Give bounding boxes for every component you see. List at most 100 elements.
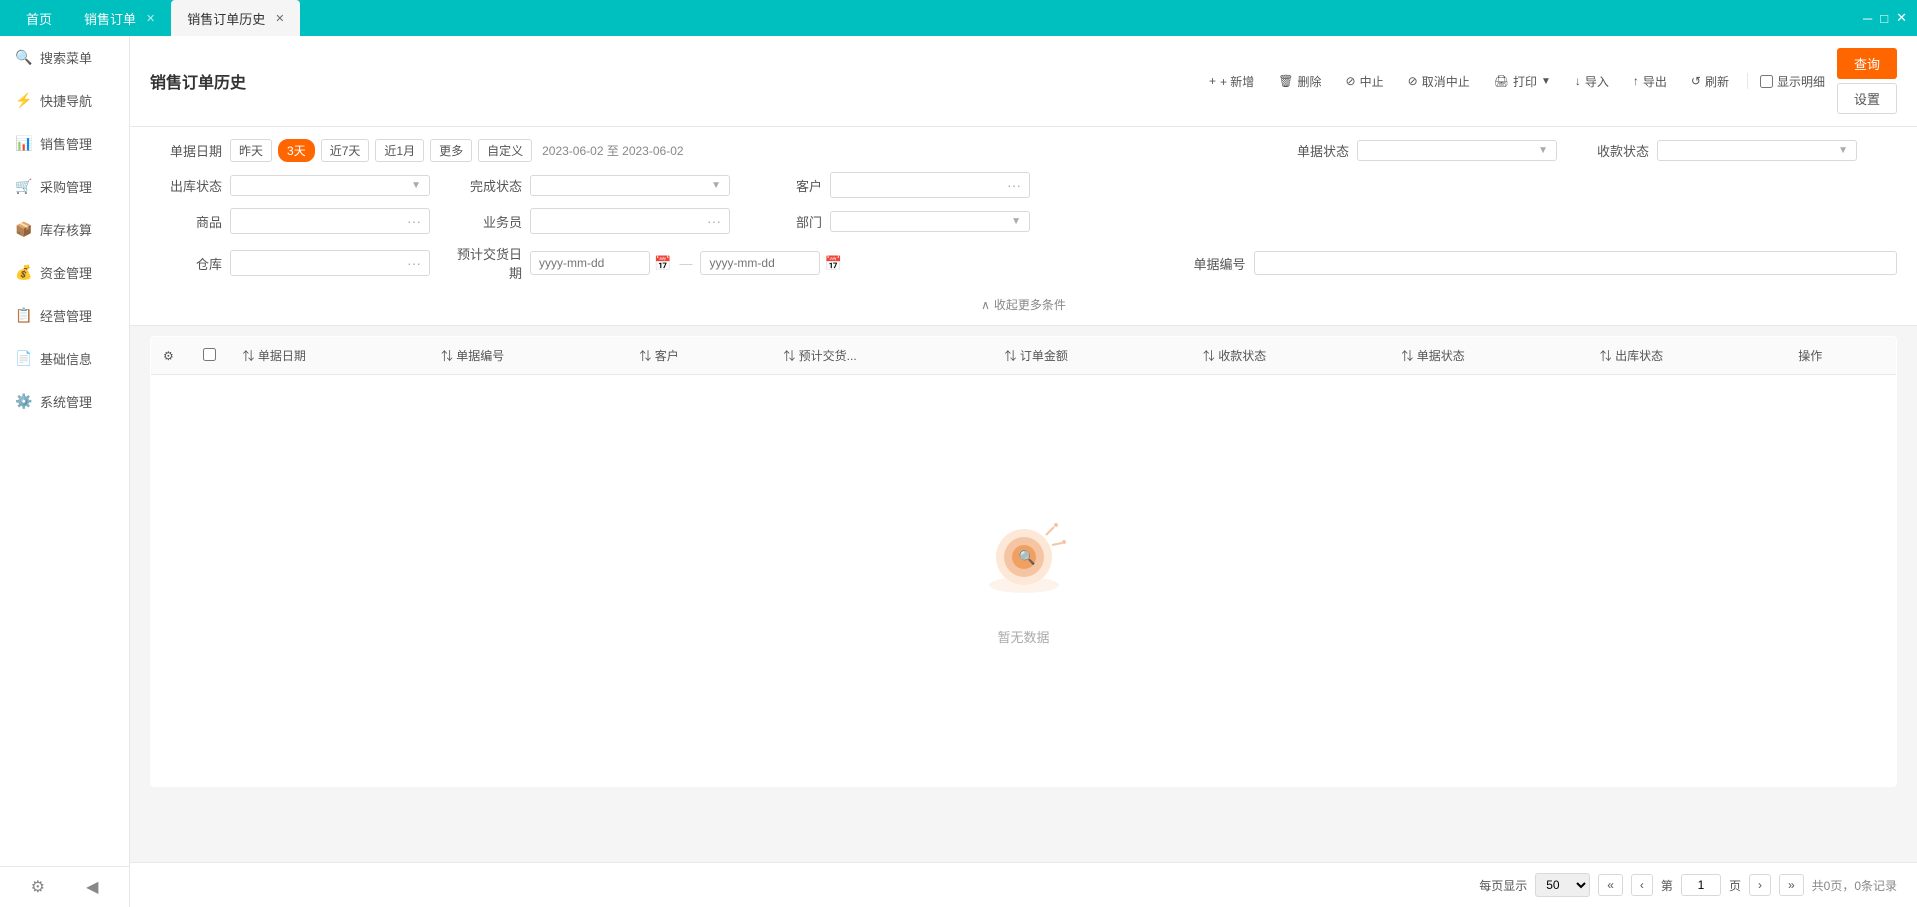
th-bill-no[interactable]: ⇅ 单据编号 — [429, 337, 627, 375]
display-detail-checkbox[interactable] — [1760, 75, 1773, 88]
dept-select[interactable]: ▼ — [830, 211, 1030, 232]
refresh-btn[interactable]: ↺ 刷新 — [1685, 69, 1735, 94]
customer-select[interactable]: ··· — [830, 172, 1030, 198]
display-detail-toggle[interactable]: 显示明细 — [1760, 73, 1825, 90]
page-number-input[interactable] — [1681, 874, 1721, 896]
bill-status-select[interactable]: ▼ — [1357, 140, 1557, 161]
filter-row-2: 出库状态 ▼ 完成状态 ▼ 客户 — [150, 172, 1897, 198]
date-more-btn[interactable]: 更多 — [430, 139, 472, 162]
warehouse-select[interactable]: ··· — [230, 250, 430, 276]
sidebar-item-finance-mgmt[interactable]: 💰 资金管理 — [0, 251, 129, 294]
first-page-btn[interactable]: « — [1598, 874, 1623, 896]
salesperson-dots-btn[interactable]: ··· — [707, 213, 721, 229]
customer-dots-btn[interactable]: ··· — [1007, 177, 1021, 193]
sidebar-item-label: 经营管理 — [40, 306, 92, 325]
chevron-down-icon: ▼ — [711, 180, 721, 191]
warehouse-status-select[interactable]: ▼ — [230, 175, 430, 196]
sidebar-item-sales-mgmt[interactable]: 📊 销售管理 — [0, 122, 129, 165]
payment-status-label: 收款状态 — [1577, 141, 1657, 160]
date-3days-btn[interactable]: 3天 — [278, 139, 315, 162]
goods-label: 商品 — [150, 212, 230, 231]
select-all-checkbox[interactable] — [203, 348, 216, 361]
sidebar-item-purchase-mgmt[interactable]: 🛒 采购管理 — [0, 165, 129, 208]
calendar-from-icon[interactable]: 📅 — [654, 255, 671, 272]
sidebar-item-basic-info[interactable]: 📄 基础信息 — [0, 337, 129, 380]
salesperson-select[interactable]: ··· — [530, 208, 730, 234]
sidebar-item-label: 搜索菜单 — [40, 48, 92, 67]
page-label: 第 — [1661, 877, 1673, 894]
sidebar-settings-icon[interactable]: ⚙ — [31, 877, 45, 897]
last-page-btn[interactable]: » — [1779, 874, 1804, 896]
th-settings[interactable]: ⚙ — [151, 337, 191, 375]
per-page-select[interactable]: 10 20 50 100 — [1535, 873, 1590, 897]
chevron-down-icon: ▼ — [1538, 145, 1548, 156]
goods-dots-btn[interactable]: ··· — [407, 213, 421, 229]
minimize-btn[interactable]: ─ — [1863, 11, 1872, 26]
settings-icon[interactable]: ⚙ — [163, 349, 174, 363]
th-order-amount[interactable]: ⇅ 订单金额 — [992, 337, 1190, 375]
complete-status-select[interactable]: ▼ — [530, 175, 730, 196]
close-sales-order-history-tab[interactable]: ✕ — [275, 12, 284, 25]
date-1month-btn[interactable]: 近1月 — [375, 139, 424, 162]
calendar-to-icon[interactable]: 📅 — [824, 255, 841, 272]
chevron-down-icon: ▼ — [1838, 145, 1848, 156]
cancel-stop-btn[interactable]: ⊘ 取消中止 — [1402, 69, 1476, 94]
import-btn[interactable]: ↓ 导入 — [1569, 69, 1615, 94]
expected-date-to-input[interactable] — [700, 251, 820, 275]
sidebar-item-inventory[interactable]: 📦 库存核算 — [0, 208, 129, 251]
th-customer[interactable]: ⇅ 客户 — [627, 337, 771, 375]
sidebar-item-sys-mgmt[interactable]: ⚙️ 系统管理 — [0, 380, 129, 423]
date-custom-btn[interactable]: 自定义 — [478, 139, 532, 162]
payment-status-control[interactable]: ▼ — [1657, 140, 1897, 161]
date-yesterday-btn[interactable]: 昨天 — [230, 139, 272, 162]
close-sales-order-tab[interactable]: ✕ — [146, 12, 155, 25]
maximize-btn[interactable]: □ — [1880, 11, 1888, 26]
th-warehouse-status[interactable]: ⇅ 出库状态 — [1588, 337, 1786, 375]
tab-sales-order[interactable]: 销售订单 ✕ — [68, 0, 171, 36]
query-button[interactable]: 查询 — [1837, 48, 1897, 79]
sidebar-item-label: 系统管理 — [40, 392, 92, 411]
export-btn[interactable]: ↑ 导出 — [1627, 69, 1673, 94]
export-icon: ↑ — [1633, 74, 1639, 88]
warehouse-dots-btn[interactable]: ··· — [407, 255, 421, 271]
chart-icon: 📊 — [16, 136, 32, 152]
th-bill-date[interactable]: ⇅ 单据日期 — [231, 337, 429, 375]
new-btn[interactable]: + + 新增 — [1203, 69, 1260, 94]
delete-btn[interactable]: 🗑 删除 — [1272, 69, 1327, 94]
filter-row-1: 单据日期 昨天 3天 近7天 近1月 更多 自定义 2023-06-02 至 2… — [150, 139, 1897, 162]
settings-button[interactable]: 设置 — [1837, 83, 1897, 114]
expected-date-from-input[interactable] — [530, 251, 650, 275]
filter-row-4: 仓库 ··· 预计交货日期 📅 — 📅 单据编号 — [150, 244, 1897, 282]
print-icon: 🖨 — [1494, 74, 1509, 88]
th-payment-status[interactable]: ⇅ 收款状态 — [1191, 337, 1389, 375]
pagination: 每页显示 10 20 50 100 « ‹ 第 页 › » 共0页，0条记录 — [130, 862, 1917, 907]
stop-btn[interactable]: ⊘ 中止 — [1340, 69, 1390, 94]
th-bill-status[interactable]: ⇅ 单据状态 — [1389, 337, 1587, 375]
window-controls: ─ □ ✕ — [1863, 10, 1907, 26]
tab-sales-order-history[interactable]: 销售订单历史 ✕ — [171, 0, 300, 36]
page-title: 销售订单历史 — [150, 69, 246, 93]
per-page-label: 每页显示 — [1479, 877, 1527, 894]
payment-status-select[interactable]: ▼ — [1657, 140, 1857, 161]
sidebar-item-label: 销售管理 — [40, 134, 92, 153]
goods-control: ··· — [230, 208, 450, 234]
th-checkbox[interactable] — [191, 337, 231, 375]
sidebar-item-ops-mgmt[interactable]: 📋 经营管理 — [0, 294, 129, 337]
close-window-btn[interactable]: ✕ — [1896, 10, 1907, 26]
sidebar-item-search-menu[interactable]: 🔍 搜索菜单 — [0, 36, 129, 79]
delete-icon: 🗑 — [1278, 74, 1293, 88]
next-page-btn[interactable]: › — [1749, 874, 1771, 896]
bill-status-control[interactable]: ▼ — [1357, 140, 1577, 161]
sidebar-item-label: 快捷导航 — [40, 91, 92, 110]
sidebar-collapse-icon[interactable]: ◀ — [86, 877, 98, 897]
prev-page-btn[interactable]: ‹ — [1631, 874, 1653, 896]
print-btn[interactable]: 🖨 打印 ▼ — [1488, 69, 1557, 94]
sidebar-item-quick-nav[interactable]: ⚡ 快捷导航 — [0, 79, 129, 122]
date-7days-btn[interactable]: 近7天 — [321, 139, 370, 162]
th-expected-delivery[interactable]: ⇅ 预计交货... — [771, 337, 992, 375]
empty-illustration: 🔍 — [974, 515, 1074, 615]
bill-no-input[interactable] — [1254, 251, 1898, 275]
tab-home[interactable]: 首页 — [10, 0, 68, 36]
goods-select[interactable]: ··· — [230, 208, 430, 234]
collapse-row[interactable]: ∧ 收起更多条件 — [150, 292, 1897, 313]
